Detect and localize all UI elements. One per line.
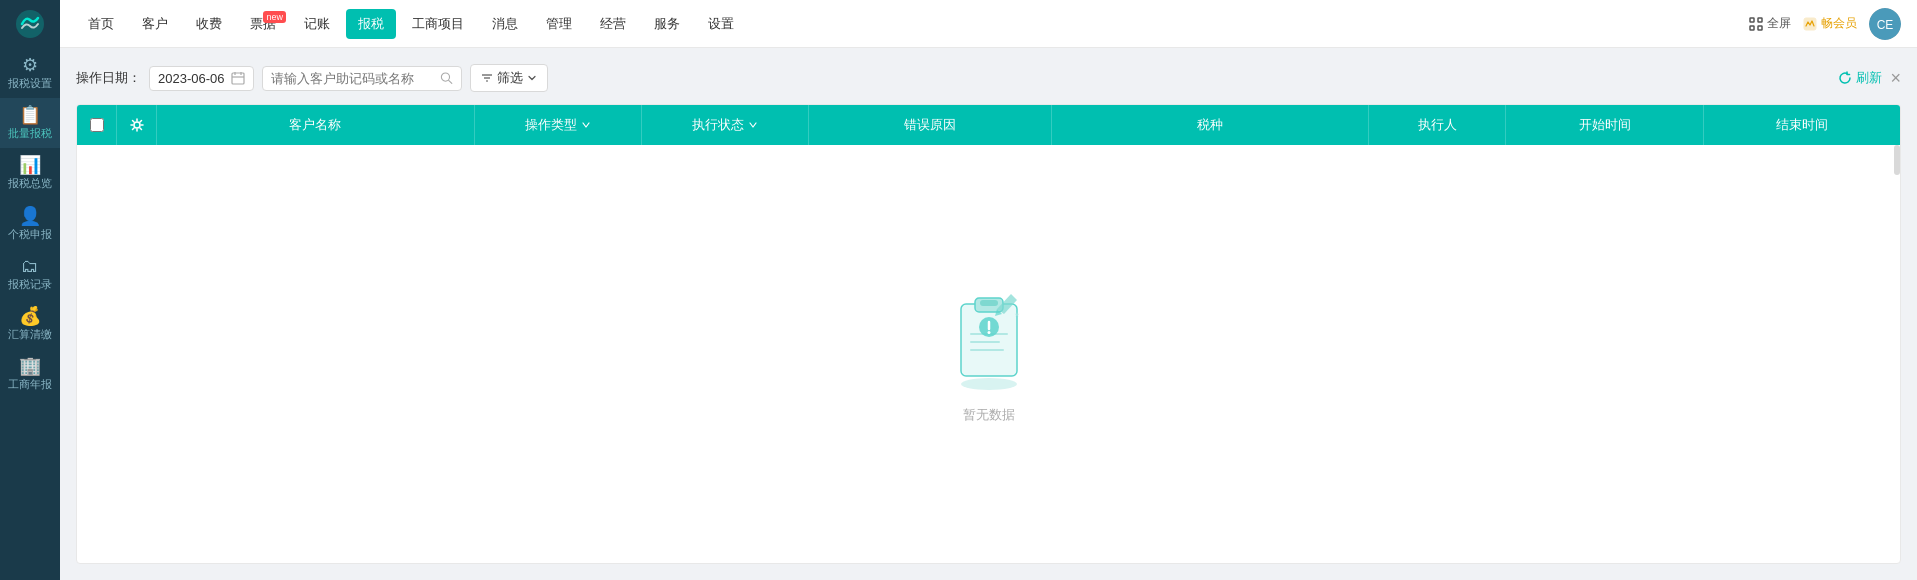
sidebar-item-huisuanqingjiao[interactable]: 💰 汇算清缴: [0, 299, 60, 349]
search-input[interactable]: [271, 71, 436, 86]
toolbar: 操作日期： 2023-06-06 筛选 刷新 ×: [76, 64, 1901, 92]
data-table: 客户名称 操作类型 执行状态 错误原因 税种 执行人: [76, 104, 1901, 564]
avatar[interactable]: CE: [1869, 8, 1901, 40]
sidebar-item-baoshuijilu[interactable]: 🗂 报税记录: [0, 249, 60, 299]
search-icon: [440, 71, 453, 85]
sidebar-item-label: 个税申报: [8, 228, 52, 241]
th-gear[interactable]: [117, 105, 157, 145]
refresh-icon: [1838, 71, 1852, 85]
sidebar-item-piliangshuishi[interactable]: 📋 批量报税: [0, 98, 60, 148]
th-error-reason: 错误原因: [809, 105, 1051, 145]
svg-point-17: [134, 122, 140, 128]
th-customer-name: 客户名称: [157, 105, 475, 145]
nav-shouye[interactable]: 首页: [76, 9, 126, 39]
svg-rect-19: [961, 304, 1017, 376]
th-check[interactable]: [77, 105, 117, 145]
search-box[interactable]: [262, 66, 462, 91]
th-exec-status[interactable]: 执行状态: [642, 105, 809, 145]
nav-piaoju[interactable]: 票据 new: [238, 9, 288, 39]
empty-text: 暂无数据: [963, 406, 1015, 424]
nav-gongshang[interactable]: 工商项目: [400, 9, 476, 39]
svg-rect-21: [980, 300, 998, 306]
nav-xiaoxi[interactable]: 消息: [480, 9, 530, 39]
finance-icon: 💰: [19, 307, 41, 325]
table-body: 暂无数据: [77, 145, 1900, 563]
record-icon: 🗂: [21, 257, 39, 275]
th-executor: 执行人: [1369, 105, 1506, 145]
fullscreen-button[interactable]: 全屏: [1749, 15, 1791, 32]
svg-text:CE: CE: [1877, 18, 1894, 32]
gear-icon: [129, 117, 145, 133]
filter-button[interactable]: 筛选: [470, 64, 548, 92]
svg-point-18: [961, 378, 1017, 390]
logo[interactable]: [0, 0, 60, 48]
svg-rect-1: [1750, 18, 1754, 22]
content-area: 操作日期： 2023-06-06 筛选 刷新 ×: [60, 48, 1917, 580]
table-header: 客户名称 操作类型 执行状态 错误原因 税种 执行人: [77, 105, 1900, 145]
nav-shoufei[interactable]: 收费: [184, 9, 234, 39]
close-button[interactable]: ×: [1890, 69, 1901, 87]
top-navigation: 首页 客户 收费 票据 new 记账 报税 工商项目 消息: [60, 0, 1917, 48]
svg-point-27: [987, 331, 990, 334]
th-end-time: 结束时间: [1704, 105, 1900, 145]
filter-status-icon: [748, 120, 758, 130]
settings-icon: ⚙: [22, 56, 38, 74]
sidebar-item-label: 汇算清缴: [8, 328, 52, 341]
main-area: 首页 客户 收费 票据 new 记账 报税 工商项目 消息: [60, 0, 1917, 580]
vip-button[interactable]: 畅会员: [1803, 15, 1857, 32]
nav-items: 首页 客户 收费 票据 new 记账 报税 工商项目 消息: [76, 9, 1749, 39]
overview-icon: 📊: [19, 156, 41, 174]
building-icon: 🏢: [19, 357, 41, 375]
empty-illustration: [939, 284, 1039, 394]
nav-jizhang[interactable]: 记账: [292, 9, 342, 39]
date-value: 2023-06-06: [158, 71, 225, 86]
sidebar-item-label: 报税记录: [8, 278, 52, 291]
sidebar-item-label: 报税总览: [8, 177, 52, 190]
topnav-right: 全屏 畅会员 CE: [1749, 8, 1901, 40]
sidebar-item-gongshangnianbaoo[interactable]: 🏢 工商年报: [0, 349, 60, 399]
th-tax-type: 税种: [1052, 105, 1370, 145]
date-picker[interactable]: 2023-06-06: [149, 66, 254, 91]
svg-rect-2: [1758, 18, 1762, 22]
nav-fuwu[interactable]: 服务: [642, 9, 692, 39]
svg-rect-8: [232, 73, 244, 84]
date-label: 操作日期：: [76, 69, 141, 87]
select-all-checkbox[interactable]: [90, 118, 104, 132]
nav-kehu[interactable]: 客户: [130, 9, 180, 39]
sidebar-item-geshuishuibao[interactable]: 👤 个税申报: [0, 199, 60, 249]
refresh-label: 刷新: [1856, 69, 1882, 87]
svg-point-0: [16, 10, 44, 38]
scrollbar[interactable]: [1894, 145, 1900, 175]
sidebar: ⚙ 报税设置 📋 批量报税 📊 报税总览 👤 个税申报 🗂 报税记录 💰 汇算清…: [0, 0, 60, 580]
chevron-down-icon: [527, 73, 537, 83]
svg-line-13: [448, 80, 451, 83]
svg-rect-3: [1750, 26, 1754, 30]
sidebar-item-baoshuishezhi[interactable]: ⚙ 报税设置: [0, 48, 60, 98]
person-icon: 👤: [19, 207, 41, 225]
nav-baoshui[interactable]: 报税: [346, 9, 396, 39]
batch-icon: 📋: [19, 106, 41, 124]
th-operation-type[interactable]: 操作类型: [475, 105, 642, 145]
nav-jingying[interactable]: 经营: [588, 9, 638, 39]
nav-guanli[interactable]: 管理: [534, 9, 584, 39]
sidebar-item-label: 报税设置: [8, 77, 52, 90]
filter-label: 筛选: [497, 69, 523, 87]
new-badge: new: [263, 11, 286, 24]
vip-label: 畅会员: [1821, 15, 1857, 32]
sidebar-item-baoshuizonglan[interactable]: 📊 报税总览: [0, 148, 60, 198]
sidebar-item-label: 工商年报: [8, 378, 52, 391]
empty-state: 暂无数据: [919, 264, 1059, 444]
nav-shezhi[interactable]: 设置: [696, 9, 746, 39]
th-start-time: 开始时间: [1506, 105, 1703, 145]
filter-icon: [481, 72, 493, 84]
sidebar-item-label: 批量报税: [8, 127, 52, 140]
refresh-button[interactable]: 刷新: [1838, 69, 1882, 87]
calendar-icon: [231, 71, 245, 85]
svg-rect-4: [1758, 26, 1762, 30]
filter-type-icon: [581, 120, 591, 130]
fullscreen-label: 全屏: [1767, 15, 1791, 32]
toolbar-right: 刷新 ×: [1838, 69, 1901, 87]
